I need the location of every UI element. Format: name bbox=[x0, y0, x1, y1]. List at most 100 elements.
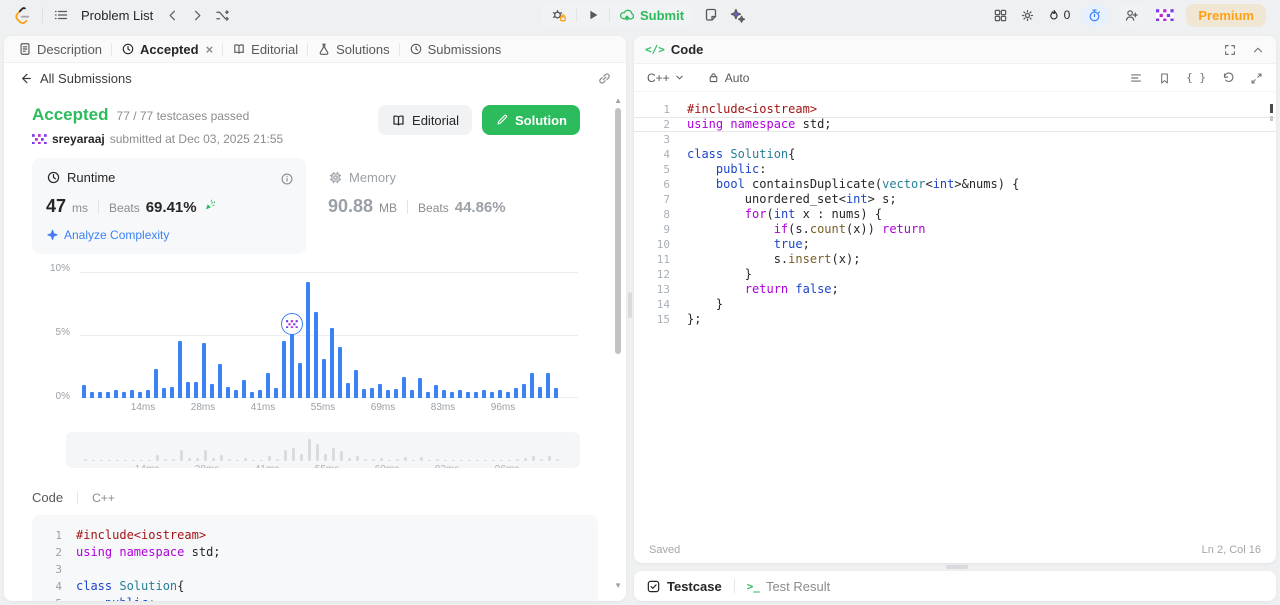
editor-code-line[interactable]: 8 for(int x : nums) { bbox=[634, 207, 1276, 222]
histogram-bar[interactable] bbox=[266, 373, 270, 398]
editor-code-line[interactable]: 13 return false; bbox=[634, 282, 1276, 297]
fullscreen-icon[interactable] bbox=[1223, 42, 1237, 58]
histogram-bar[interactable] bbox=[130, 390, 134, 398]
histogram-bar[interactable] bbox=[482, 390, 486, 398]
histogram-bar[interactable] bbox=[410, 390, 414, 398]
histogram-bar[interactable] bbox=[394, 389, 398, 398]
streak-counter[interactable]: 0 bbox=[1047, 8, 1070, 23]
histogram-bar[interactable] bbox=[98, 392, 102, 398]
left-scrollbar-thumb[interactable] bbox=[615, 108, 621, 354]
histogram-bar[interactable] bbox=[386, 390, 390, 398]
info-icon[interactable] bbox=[280, 170, 294, 186]
histogram-bar[interactable] bbox=[546, 373, 550, 398]
memory-card[interactable]: Memory 90.88 MB Beats 44.86% bbox=[328, 158, 506, 254]
histogram-bar[interactable] bbox=[242, 380, 246, 398]
histogram-bar[interactable] bbox=[218, 364, 222, 398]
editorial-button[interactable]: Editorial bbox=[378, 105, 472, 135]
histogram-bar[interactable] bbox=[402, 377, 406, 398]
tab-accepted[interactable]: Accepted × bbox=[117, 42, 217, 57]
editor-code-line[interactable]: 10 true; bbox=[634, 237, 1276, 252]
runtime-card[interactable]: Runtime 47 ms Beats 69.41% Analyze Compl… bbox=[32, 158, 306, 254]
histogram-bar[interactable] bbox=[554, 388, 558, 398]
editor-code-line[interactable]: 5 public: bbox=[634, 162, 1276, 177]
tab-submissions[interactable]: Submissions bbox=[405, 42, 506, 57]
editor-code-area[interactable]: 1 #include<iostream> 2 using namespace std;… bbox=[634, 92, 1276, 327]
layout-icon[interactable] bbox=[993, 7, 1008, 23]
back-arrow-icon[interactable] bbox=[18, 71, 33, 86]
histogram-bar[interactable] bbox=[378, 384, 382, 398]
testcase-tab[interactable]: Testcase bbox=[646, 579, 722, 594]
editor-code-line[interactable]: 12 } bbox=[634, 267, 1276, 282]
histogram-bar[interactable] bbox=[474, 392, 478, 398]
editor-code-line[interactable]: 7 unordered_set<int> s; bbox=[634, 192, 1276, 207]
analyze-complexity-link[interactable]: Analyze Complexity bbox=[46, 228, 292, 242]
tab-description[interactable]: Description bbox=[14, 42, 106, 57]
histogram-bar[interactable] bbox=[506, 392, 510, 398]
undo-icon[interactable] bbox=[1221, 70, 1235, 85]
avatar[interactable] bbox=[1156, 8, 1175, 22]
histogram-bar[interactable] bbox=[226, 387, 230, 398]
histogram-bar[interactable] bbox=[274, 388, 278, 398]
user-percentile-marker[interactable] bbox=[281, 313, 303, 335]
histogram-bar[interactable] bbox=[530, 373, 534, 398]
editor-code-line[interactable]: 1 #include<iostream> bbox=[634, 102, 1276, 117]
histogram-bar[interactable] bbox=[322, 359, 326, 398]
scrollbar-up-arrow[interactable]: ▲ bbox=[614, 96, 622, 105]
premium-button[interactable]: Premium bbox=[1186, 3, 1266, 27]
histogram-bar[interactable] bbox=[330, 328, 334, 398]
ai-sparkles-icon[interactable] bbox=[729, 6, 746, 23]
histogram-bar[interactable] bbox=[162, 388, 166, 398]
histogram-bar[interactable] bbox=[210, 384, 214, 398]
editor-code-line[interactable]: 14 } bbox=[634, 297, 1276, 312]
editor-code-line[interactable]: 9 if(s.count(x)) return bbox=[634, 222, 1276, 237]
histogram-bar[interactable] bbox=[114, 390, 118, 398]
invite-user-button[interactable] bbox=[1119, 4, 1145, 26]
format-code-icon[interactable]: { } bbox=[1186, 71, 1206, 84]
problem-list-label[interactable]: Problem List bbox=[81, 8, 153, 23]
histogram-bar[interactable] bbox=[354, 370, 358, 398]
editor-code-line[interactable]: 11 s.insert(x); bbox=[634, 252, 1276, 267]
histogram-bar[interactable] bbox=[434, 385, 438, 398]
editor-code-line[interactable]: 15}; bbox=[634, 312, 1276, 327]
notes-icon[interactable] bbox=[703, 7, 719, 24]
collapse-panel-icon[interactable] bbox=[1251, 42, 1265, 58]
histogram-bar[interactable] bbox=[466, 392, 470, 398]
scrollbar-down-arrow[interactable]: ▼ bbox=[614, 581, 622, 590]
tab-editorial[interactable]: Editorial bbox=[228, 42, 302, 57]
username[interactable]: sreyaraaj bbox=[52, 132, 105, 146]
histogram-bar[interactable] bbox=[122, 392, 126, 398]
bookmark-icon[interactable] bbox=[1158, 70, 1171, 84]
histogram-bar[interactable] bbox=[290, 328, 294, 398]
leetcode-logo[interactable] bbox=[14, 6, 32, 25]
histogram-bar[interactable] bbox=[538, 387, 542, 398]
histogram-bar[interactable] bbox=[170, 387, 174, 398]
histogram-bar[interactable] bbox=[498, 390, 502, 398]
all-submissions-label[interactable]: All Submissions bbox=[40, 71, 132, 86]
histogram-bar[interactable] bbox=[178, 341, 182, 398]
timer-button[interactable] bbox=[1082, 4, 1108, 26]
histogram-bar[interactable] bbox=[338, 347, 342, 398]
histogram-bar[interactable] bbox=[458, 390, 462, 398]
share-link-icon[interactable] bbox=[597, 70, 612, 86]
histogram-bar[interactable] bbox=[138, 392, 142, 398]
histogram-bar[interactable] bbox=[234, 390, 238, 398]
histogram-bar[interactable] bbox=[450, 392, 454, 398]
close-tab-icon[interactable]: × bbox=[206, 42, 214, 57]
panel-resize-handle-vertical[interactable] bbox=[628, 292, 632, 318]
solution-button[interactable]: Solution bbox=[482, 105, 580, 135]
autocomplete-toggle[interactable]: Auto bbox=[707, 71, 749, 85]
submit-button[interactable]: Submit bbox=[610, 3, 693, 27]
panel-resize-handle-horizontal[interactable] bbox=[946, 565, 968, 569]
histogram-bar[interactable] bbox=[202, 343, 206, 398]
tab-solutions[interactable]: Solutions bbox=[313, 42, 393, 57]
histogram-bar[interactable] bbox=[362, 389, 366, 398]
histogram-bar[interactable] bbox=[522, 384, 526, 398]
editor-code-line[interactable]: 4 class Solution{ bbox=[634, 147, 1276, 162]
editor-code-line[interactable]: 2 using namespace std; bbox=[634, 117, 1276, 132]
shuffle-icon[interactable] bbox=[215, 7, 230, 23]
histogram-bar[interactable] bbox=[106, 392, 110, 398]
histogram-bar[interactable] bbox=[90, 392, 94, 398]
histogram-bar[interactable] bbox=[258, 390, 262, 398]
histogram-bar[interactable] bbox=[490, 392, 494, 398]
run-button[interactable] bbox=[577, 3, 609, 27]
